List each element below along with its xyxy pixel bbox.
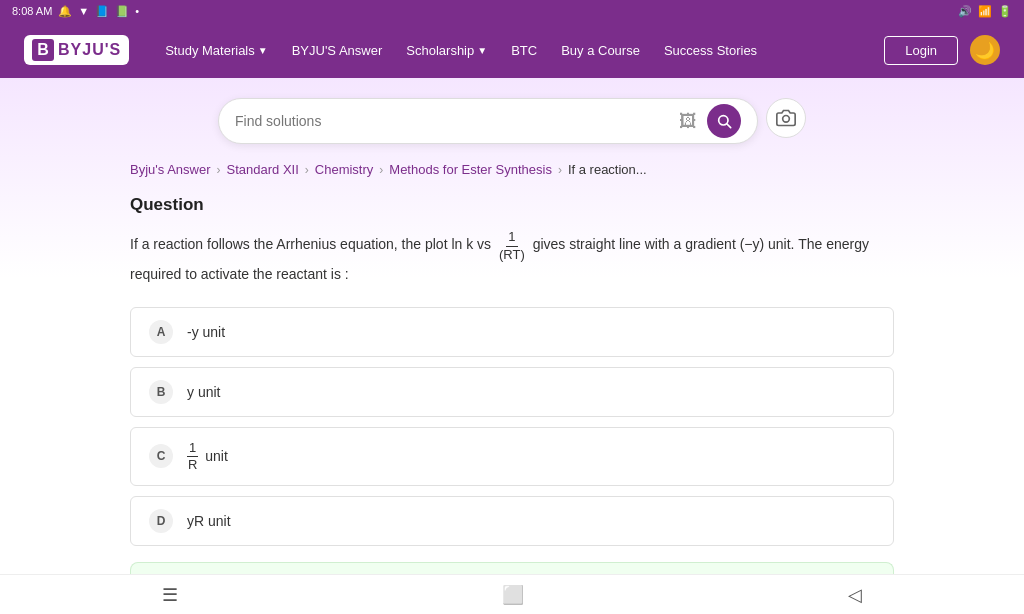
- nav-study-materials[interactable]: Study Materials ▼: [165, 43, 268, 58]
- search-box: 🖼: [218, 98, 758, 144]
- breadcrumb-byjus-answer[interactable]: Byju's Answer: [130, 162, 211, 177]
- scholarship-arrow: ▼: [477, 45, 487, 56]
- time-display: 8:08 AM: [12, 5, 52, 17]
- breadcrumb: Byju's Answer › Standard XII › Chemistry…: [0, 162, 1024, 177]
- breadcrumb-standard-xii[interactable]: Standard XII: [227, 162, 299, 177]
- question-fraction: 1 (RT): [499, 229, 525, 262]
- search-icons: 🖼: [679, 104, 741, 138]
- wifi-icon: 📶: [978, 5, 992, 18]
- question-label: Question: [130, 195, 894, 215]
- study-materials-arrow: ▼: [258, 45, 268, 56]
- option-d[interactable]: D yR unit: [130, 496, 894, 546]
- nav-btc[interactable]: BTC: [511, 43, 537, 58]
- status-left: 8:08 AM 🔔 ▼ 📘 📗 •: [12, 5, 139, 18]
- nav-links: Study Materials ▼ BYJU'S Answer Scholars…: [165, 43, 856, 58]
- option-c[interactable]: C 1 R unit: [130, 427, 894, 485]
- signal-icon: ▼: [78, 5, 89, 17]
- svg-point-2: [783, 116, 790, 123]
- home-square-icon[interactable]: ⬜: [502, 584, 524, 606]
- theme-toggle-button[interactable]: 🌙: [970, 35, 1000, 65]
- option-b-text: y unit: [187, 384, 220, 400]
- option-d-letter: D: [149, 509, 173, 533]
- svg-line-1: [727, 124, 731, 128]
- breadcrumb-methods[interactable]: Methods for Ester Synthesis: [389, 162, 552, 177]
- option-c-suffix: unit: [205, 448, 228, 464]
- content-area: Question If a reaction follows the Arrhe…: [0, 195, 1024, 601]
- option-c-fraction-den: R: [188, 457, 197, 473]
- navbar: B BYJU'S Study Materials ▼ BYJU'S Answer…: [0, 22, 1024, 78]
- volume-icon: 🔊: [958, 5, 972, 18]
- main-content: 🖼 Byju's Answer › Standard XII › Chemist…: [0, 78, 1024, 614]
- question-text-part1: If a reaction follows the Arrhenius equa…: [130, 236, 491, 252]
- nav-scholarship[interactable]: Scholarship ▼: [406, 43, 487, 58]
- back-triangle-icon[interactable]: ◁: [848, 584, 862, 606]
- notification-icon: 🔔: [58, 5, 72, 18]
- menu-icon[interactable]: ☰: [162, 584, 178, 606]
- breadcrumb-sep-3: ›: [379, 163, 383, 177]
- breadcrumb-sep-2: ›: [305, 163, 309, 177]
- fraction-denominator: (RT): [499, 247, 525, 263]
- option-c-fraction-num: 1: [187, 440, 198, 457]
- search-container: 🖼: [0, 98, 1024, 144]
- option-d-text: yR unit: [187, 513, 231, 529]
- search-button[interactable]: [707, 104, 741, 138]
- option-a-letter: A: [149, 320, 173, 344]
- option-a[interactable]: A -y unit: [130, 307, 894, 357]
- social-icon2: 📗: [115, 5, 129, 18]
- breadcrumb-chemistry[interactable]: Chemistry: [315, 162, 374, 177]
- option-a-text: -y unit: [187, 324, 225, 340]
- option-c-text: 1 R unit: [187, 440, 228, 472]
- bottom-nav: ☰ ⬜ ◁: [0, 574, 1024, 614]
- logo-text: BYJU'S: [58, 41, 121, 59]
- login-button[interactable]: Login: [884, 36, 958, 65]
- breadcrumb-current: If a reaction...: [568, 162, 647, 177]
- option-b[interactable]: B y unit: [130, 367, 894, 417]
- logo-b-icon: B: [32, 39, 54, 61]
- option-b-letter: B: [149, 380, 173, 404]
- search-input[interactable]: [235, 113, 679, 129]
- camera-button[interactable]: [766, 98, 806, 138]
- status-bar: 8:08 AM 🔔 ▼ 📘 📗 • 🔊 📶 🔋: [0, 0, 1024, 22]
- question-text: If a reaction follows the Arrhenius equa…: [130, 229, 894, 287]
- options-list: A -y unit B y unit C 1 R unit D yR u: [130, 307, 894, 545]
- logo[interactable]: B BYJU'S: [24, 35, 129, 65]
- nav-buy-course[interactable]: Buy a Course: [561, 43, 640, 58]
- battery-icon: 🔋: [998, 5, 1012, 18]
- breadcrumb-sep-1: ›: [217, 163, 221, 177]
- dot-icon: •: [135, 5, 139, 17]
- social-icon1: 📘: [95, 5, 109, 18]
- option-c-letter: C: [149, 444, 173, 468]
- nav-success-stories[interactable]: Success Stories: [664, 43, 757, 58]
- fraction-numerator: 1: [506, 229, 517, 247]
- status-right: 🔊 📶 🔋: [958, 5, 1012, 18]
- nav-actions: Login 🌙: [884, 35, 1000, 65]
- image-search-icon[interactable]: 🖼: [679, 111, 697, 132]
- nav-byjus-answer[interactable]: BYJU'S Answer: [292, 43, 383, 58]
- breadcrumb-sep-4: ›: [558, 163, 562, 177]
